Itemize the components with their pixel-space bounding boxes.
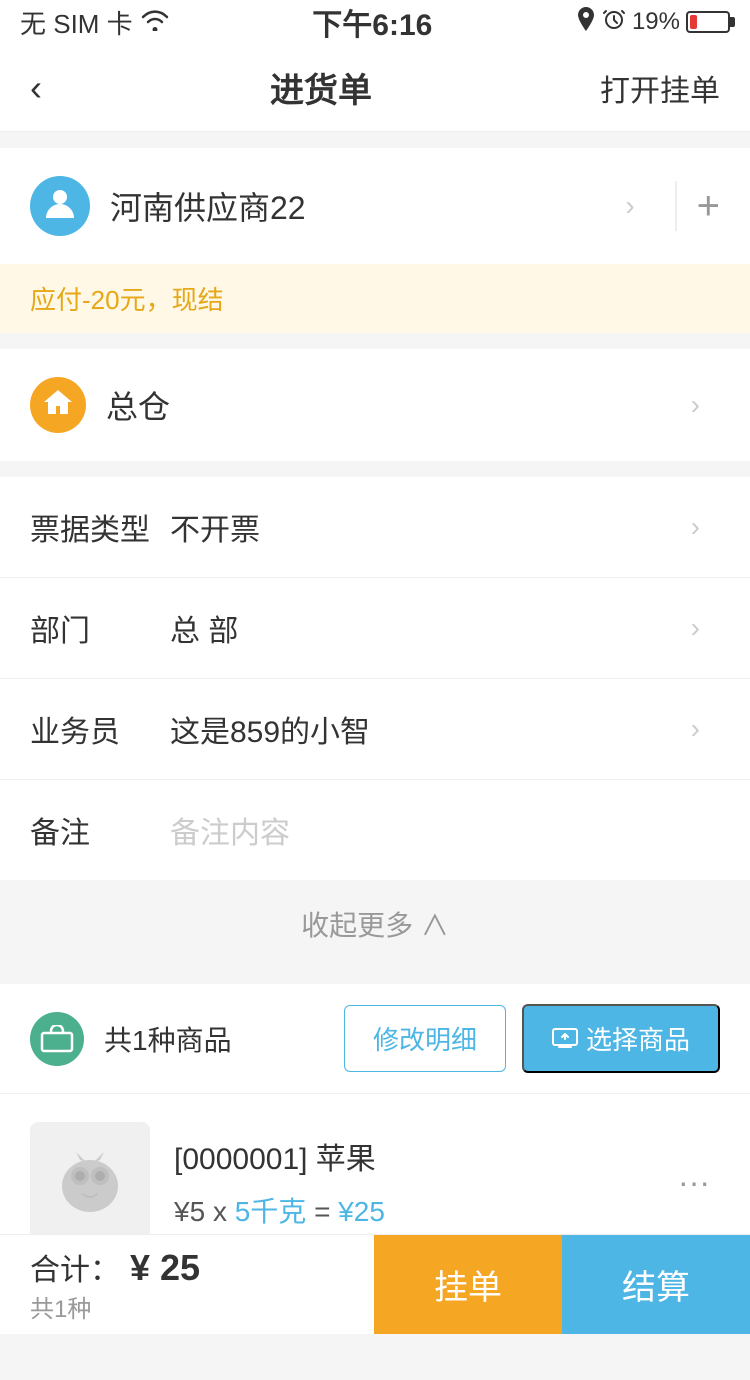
checkout-button[interactable]: 结算	[562, 1235, 750, 1334]
products-section: 共1种商品 修改明细 选择商品	[0, 984, 750, 1270]
supplier-avatar	[30, 176, 90, 236]
status-right: 19%	[576, 7, 730, 38]
wifi-icon	[141, 7, 169, 38]
add-button[interactable]: +	[697, 184, 720, 229]
salesman-row[interactable]: 业务员 这是859的小智 ›	[0, 678, 750, 779]
product-thumbnail	[30, 1122, 150, 1242]
select-product-button[interactable]: 选择商品	[522, 1004, 720, 1073]
ticket-type-chevron-icon: ›	[691, 511, 700, 543]
warning-banner: 应付-20元，现结	[0, 264, 750, 333]
product-quantity: 5千克	[235, 1196, 307, 1227]
ticket-type-row[interactable]: 票据类型 不开票 ›	[0, 477, 750, 577]
checkout-label: 结算	[622, 1260, 690, 1309]
warehouse-name: 总仓	[106, 382, 691, 428]
product-subtotal: ¥25	[338, 1196, 385, 1227]
open-hang-button[interactable]: 打开挂单	[600, 66, 720, 110]
supplier-section: 河南供应商22 › + 应付-20元，现结	[0, 148, 750, 333]
total-amount: ¥ 25	[130, 1247, 200, 1289]
hang-label: 挂单	[434, 1260, 502, 1309]
status-time: 下午6:16	[312, 0, 432, 44]
products-count: 共1种商品	[104, 1019, 344, 1059]
divider	[675, 181, 677, 231]
battery-icon	[686, 11, 730, 33]
supplier-row[interactable]: 河南供应商22 › +	[0, 148, 750, 264]
back-button[interactable]: ‹	[30, 67, 42, 109]
department-row[interactable]: 部门 总 部 ›	[0, 577, 750, 678]
page-title: 进货单	[270, 63, 372, 112]
status-left: 无 SIM 卡	[20, 4, 169, 41]
remarks-label: 备注	[30, 808, 170, 852]
department-chevron-icon: ›	[691, 612, 700, 644]
equals-sign: =	[314, 1196, 338, 1227]
supplier-name: 河南供应商22	[110, 183, 625, 229]
salesman-label: 业务员	[30, 707, 170, 751]
ticket-type-label: 票据类型	[30, 505, 170, 549]
total-main: 合计： ¥ 25	[30, 1245, 344, 1289]
collapse-row[interactable]: 收起更多 ∧	[0, 880, 750, 968]
department-label: 部门	[30, 606, 170, 650]
warehouse-row[interactable]: 总仓 ›	[0, 349, 750, 461]
network-status: 无 SIM 卡	[20, 4, 133, 41]
battery-percent: 19%	[632, 8, 680, 36]
status-bar: 无 SIM 卡 下午6:16 19%	[0, 0, 750, 44]
total-sub: 共1种	[30, 1289, 344, 1324]
edit-detail-button[interactable]: 修改明细	[344, 1005, 506, 1072]
product-unit-price: ¥5	[174, 1196, 205, 1227]
multiply-sign: x	[213, 1196, 235, 1227]
product-more-button[interactable]: ···	[668, 1154, 720, 1211]
product-code: [0000001]	[174, 1143, 316, 1176]
collapse-text: 收起更多 ∧	[301, 904, 449, 944]
ticket-type-value: 不开票	[170, 505, 691, 549]
form-section: 票据类型 不开票 › 部门 总 部 › 业务员 这是859的小智 › 备注 备注…	[0, 477, 750, 880]
location-icon	[576, 7, 596, 38]
remarks-row[interactable]: 备注 备注内容	[0, 779, 750, 880]
salesman-value: 这是859的小智	[170, 707, 691, 751]
warehouse-section: 总仓 ›	[0, 349, 750, 461]
salesman-chevron-icon: ›	[691, 713, 700, 745]
total-label: 合计：	[30, 1245, 120, 1289]
product-info: [0000001] 苹果 ¥5 x 5千克 = ¥25	[174, 1134, 668, 1230]
avatar-icon	[42, 184, 78, 228]
supplier-chevron-icon: ›	[625, 190, 634, 222]
footer: 合计： ¥ 25 共1种 挂单 结算	[0, 1234, 750, 1334]
products-header: 共1种商品 修改明细 选择商品	[0, 984, 750, 1094]
footer-total: 合计： ¥ 25 共1种	[0, 1235, 374, 1334]
department-value: 总 部	[170, 606, 691, 650]
nav-bar: ‹ 进货单 打开挂单	[0, 44, 750, 132]
products-icon	[30, 1012, 84, 1066]
product-name: [0000001] 苹果	[174, 1134, 668, 1178]
product-price-row: ¥5 x 5千克 = ¥25	[174, 1190, 668, 1230]
house-icon	[42, 386, 74, 425]
remarks-input[interactable]: 备注内容	[170, 808, 720, 852]
warning-text: 应付-20元，现结	[30, 285, 224, 315]
warehouse-chevron-icon: ›	[691, 389, 700, 421]
warehouse-icon	[30, 377, 86, 433]
select-product-label: 选择商品	[586, 1020, 690, 1057]
alarm-icon	[602, 7, 626, 38]
hang-button[interactable]: 挂单	[374, 1235, 562, 1334]
